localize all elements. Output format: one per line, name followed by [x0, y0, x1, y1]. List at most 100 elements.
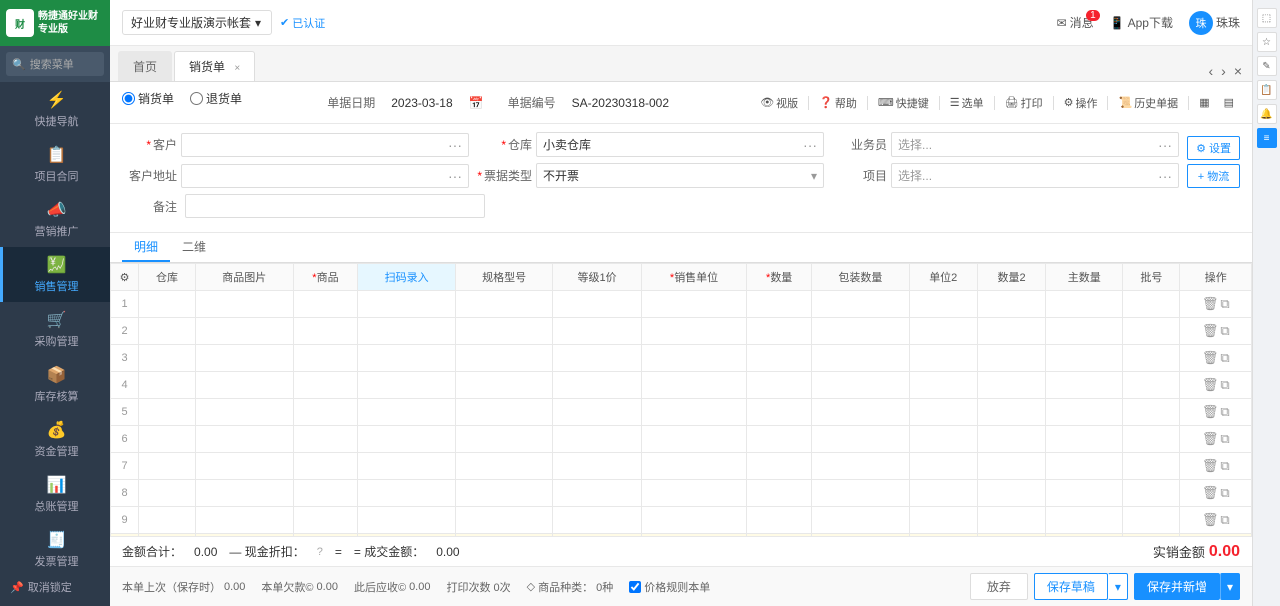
capital-icon: 💰 — [47, 420, 67, 440]
sidebar-item-sales[interactable]: 💹 销售管理 — [0, 247, 110, 302]
row-copy-btn[interactable]: ⧉ — [1219, 376, 1230, 394]
inner-tab-detail[interactable]: 明细 — [122, 233, 170, 262]
toolbar-select-btn[interactable]: ☰ 选单 — [944, 93, 990, 113]
toolbar-layout2-btn[interactable]: ▤ — [1218, 94, 1240, 111]
accounting-icon: 📊 — [47, 475, 67, 495]
save-new-btn[interactable]: 保存并新增 — [1134, 573, 1220, 600]
certified-badge: ✔ 已认证 — [280, 15, 325, 31]
salesperson-input[interactable]: 选择... ··· — [891, 132, 1179, 157]
row-copy-btn[interactable]: ⧉ — [1219, 511, 1230, 529]
th-settings[interactable]: ⚙ — [111, 264, 139, 291]
toolbar-ops-btn[interactable]: ⚙ 操作 — [1058, 93, 1104, 113]
save-draft-btn[interactable]: 保存草稿 — [1034, 573, 1108, 600]
equals-sign: = — [335, 545, 342, 559]
row-copy-btn[interactable]: ⧉ — [1219, 430, 1230, 448]
table-row: 1 🗑⧉ — [111, 291, 1252, 318]
right-panel-btn-4[interactable]: 📋 — [1257, 80, 1277, 100]
user-profile-btn[interactable]: 珠 珠珠 — [1189, 11, 1240, 35]
toolbar-shortcut-btn[interactable]: ⌨ 快捷键 — [872, 93, 935, 113]
calendar-icon[interactable]: 📅 — [469, 96, 484, 110]
radio-return[interactable]: 退货单 — [190, 90, 242, 107]
salesperson-dots-btn[interactable]: ··· — [1158, 137, 1172, 153]
project-input[interactable]: 选择... ··· — [891, 163, 1179, 188]
row-delete-btn[interactable]: 🗑 — [1201, 511, 1220, 529]
discount-help-icon[interactable]: ? — [317, 546, 323, 558]
customer-input[interactable]: ··· — [181, 133, 469, 157]
sidebar-item-quicknav[interactable]: ⚡ 快捷导航 — [0, 82, 110, 137]
form-fields: 客户 ··· 仓库 小卖仓库 ··· — [110, 124, 1252, 233]
toolbar-help-btn[interactable]: ❓ 帮助 — [813, 93, 863, 113]
sidebar: 财 畅捷通好业财 专业版 🔍 搜索菜单 ⚡ 快捷导航 📋 项目合同 📣 营销推广… — [0, 0, 110, 606]
th-batch-input[interactable]: 扫码录入 — [358, 264, 455, 291]
note-input[interactable] — [185, 194, 485, 218]
search-menu-button[interactable]: 🔍 搜索菜单 — [6, 52, 104, 76]
right-panel-btn-1[interactable]: ⬚ — [1257, 8, 1277, 28]
app-download-btn[interactable]: 📱 App下载 — [1110, 14, 1173, 31]
invoice-select[interactable]: 不开票 ▾ — [536, 163, 824, 188]
toolbar-view-btn[interactable]: 👁 视版 — [754, 93, 804, 113]
address-input[interactable]: ··· — [181, 164, 469, 188]
warehouse-dots-btn[interactable]: ··· — [803, 137, 817, 153]
right-panel-btn-6[interactable]: ≡ — [1257, 128, 1277, 148]
sidebar-item-project[interactable]: 📋 项目合同 — [0, 137, 110, 192]
row-delete-btn[interactable]: 🗑 — [1201, 403, 1220, 421]
add-logistics-btn[interactable]: + 物流 — [1187, 164, 1240, 188]
row-delete-btn[interactable]: 🗑 — [1201, 349, 1220, 367]
message-btn[interactable]: ✉ 消息 1 — [1057, 14, 1094, 31]
th-warehouse: 仓库 — [139, 264, 196, 291]
save-draft-dropdown-btn[interactable]: ▾ — [1108, 573, 1128, 600]
radio-sale[interactable]: 销货单 — [122, 90, 174, 107]
right-panel-btn-3[interactable]: ✎ — [1257, 56, 1277, 76]
save-new-dropdown-btn[interactable]: ▾ — [1220, 573, 1240, 600]
row-delete-btn[interactable]: 🗑 — [1201, 295, 1220, 313]
tab-next-btn[interactable]: › — [1219, 61, 1228, 81]
amount-label: 金额合计： — [122, 543, 182, 560]
tab-close-icon[interactable]: × — [234, 63, 240, 74]
row-copy-btn[interactable]: ⧉ — [1219, 484, 1230, 502]
row-delete-btn[interactable]: 🗑 — [1201, 376, 1220, 394]
table-row: 6 🗑⧉ — [111, 426, 1252, 453]
project-icon: 📋 — [47, 145, 67, 165]
customer-dots-btn[interactable]: ··· — [448, 137, 462, 153]
sidebar-item-capital[interactable]: 💰 资金管理 — [0, 412, 110, 467]
warehouse-input[interactable]: 小卖仓库 ··· — [536, 132, 824, 157]
form-header: 销货单 退货单 单据日期 2023-03-18 📅 单据编号 SA-202303… — [110, 82, 1252, 124]
inner-tab-2d[interactable]: 二维 — [170, 233, 218, 262]
row-delete-btn[interactable]: 🗑 — [1201, 430, 1220, 448]
tab-close-all-btn[interactable]: × — [1232, 61, 1244, 81]
toolbar-layout1-btn[interactable]: ▦ — [1193, 94, 1215, 111]
right-panel-btn-2[interactable]: ☆ — [1257, 32, 1277, 52]
sidebar-item-purchase[interactable]: 🛒 采购管理 — [0, 302, 110, 357]
company-name: 好业财专业版演示帐套 — [131, 14, 251, 31]
price-rule-checkbox[interactable]: 价格规则本单 — [629, 579, 710, 595]
row-copy-btn[interactable]: ⧉ — [1219, 295, 1230, 313]
tab-prev-btn[interactable]: ‹ — [1206, 61, 1215, 81]
tabbar: 首页 销货单 × ‹ › × — [110, 46, 1252, 82]
right-panel-btn-5[interactable]: 🔔 — [1257, 104, 1277, 124]
sidebar-item-marketing[interactable]: 📣 营销推广 — [0, 192, 110, 247]
sidebar-pin-btn[interactable]: 📌 取消锁定 — [6, 574, 104, 600]
quicknav-icon: ⚡ — [47, 90, 67, 110]
row-delete-btn[interactable]: 🗑 — [1201, 322, 1220, 340]
row-copy-btn[interactable]: ⧉ — [1219, 322, 1230, 340]
tab-sales-order[interactable]: 销货单 × — [174, 51, 255, 81]
deal-value: 0.00 — [436, 545, 459, 559]
row-delete-btn[interactable]: 🗑 — [1201, 457, 1220, 475]
sidebar-item-accounting[interactable]: 📊 总账管理 — [0, 467, 110, 522]
address-dots-btn[interactable]: ··· — [448, 168, 462, 184]
settings-btn[interactable]: ⚙ 设置 — [1187, 136, 1240, 160]
row-copy-btn[interactable]: ⧉ — [1219, 403, 1230, 421]
tab-home[interactable]: 首页 — [118, 51, 172, 81]
sidebar-logo: 财 畅捷通好业财 专业版 — [0, 0, 110, 46]
company-selector[interactable]: 好业财专业版演示帐套 ▾ — [122, 10, 272, 35]
sidebar-item-invoice[interactable]: 🧾 发票管理 — [0, 522, 110, 568]
toolbar-print-btn[interactable]: 🖨 打印 — [999, 93, 1049, 113]
toolbar-history-btn[interactable]: 📜 历史单据 — [1112, 93, 1184, 113]
content-area: 销货单 退货单 单据日期 2023-03-18 📅 单据编号 SA-202303… — [110, 82, 1252, 606]
row-copy-btn[interactable]: ⧉ — [1219, 349, 1230, 367]
abandon-btn[interactable]: 放弃 — [970, 573, 1028, 600]
project-dots-btn[interactable]: ··· — [1158, 168, 1172, 184]
row-delete-btn[interactable]: 🗑 — [1201, 484, 1220, 502]
sidebar-item-inventory[interactable]: 📦 库存核算 — [0, 357, 110, 412]
row-copy-btn[interactable]: ⧉ — [1219, 457, 1230, 475]
